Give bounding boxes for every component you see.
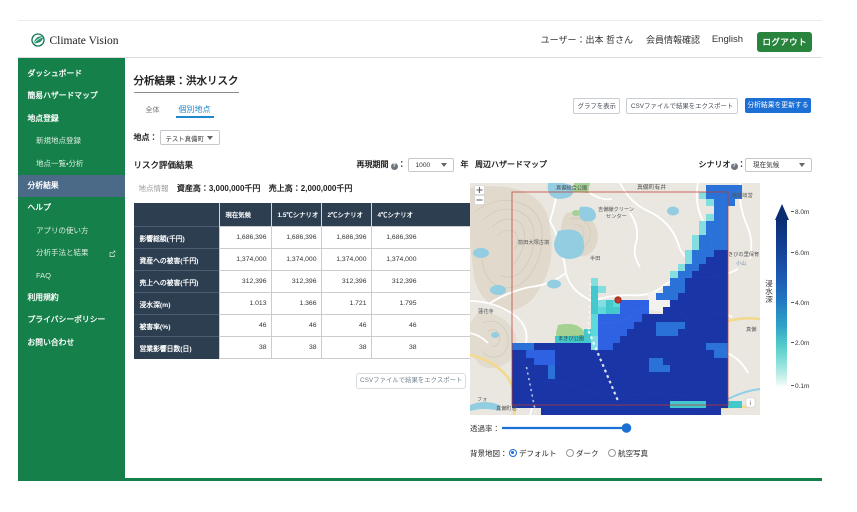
svg-text:i: i: [750, 400, 751, 407]
svg-text:きびの里保育: きびの里保育: [728, 250, 759, 258]
svg-text:センター: センター: [606, 212, 627, 220]
svg-text:まきび公園: まきび公園: [558, 334, 584, 342]
svg-text:フォ: フォ: [477, 396, 487, 403]
svg-text:真備: 真備: [746, 325, 756, 333]
svg-text:真備町店: 真備町店: [496, 404, 517, 412]
svg-text:真備町有井: 真備町有井: [637, 183, 666, 191]
svg-text:吉備線クリーン: 吉備線クリーン: [598, 205, 634, 213]
svg-text:箭田大塚古墳: 箭田大塚古墳: [518, 238, 549, 246]
svg-text:小山: 小山: [736, 259, 746, 267]
svg-text:麻佐岐営: 麻佐岐営: [732, 191, 753, 199]
svg-text:真備総合公園: 真備総合公園: [556, 184, 587, 192]
svg-text:半田: 半田: [590, 254, 600, 262]
svg-text:蓮花寺: 蓮花寺: [478, 307, 494, 315]
